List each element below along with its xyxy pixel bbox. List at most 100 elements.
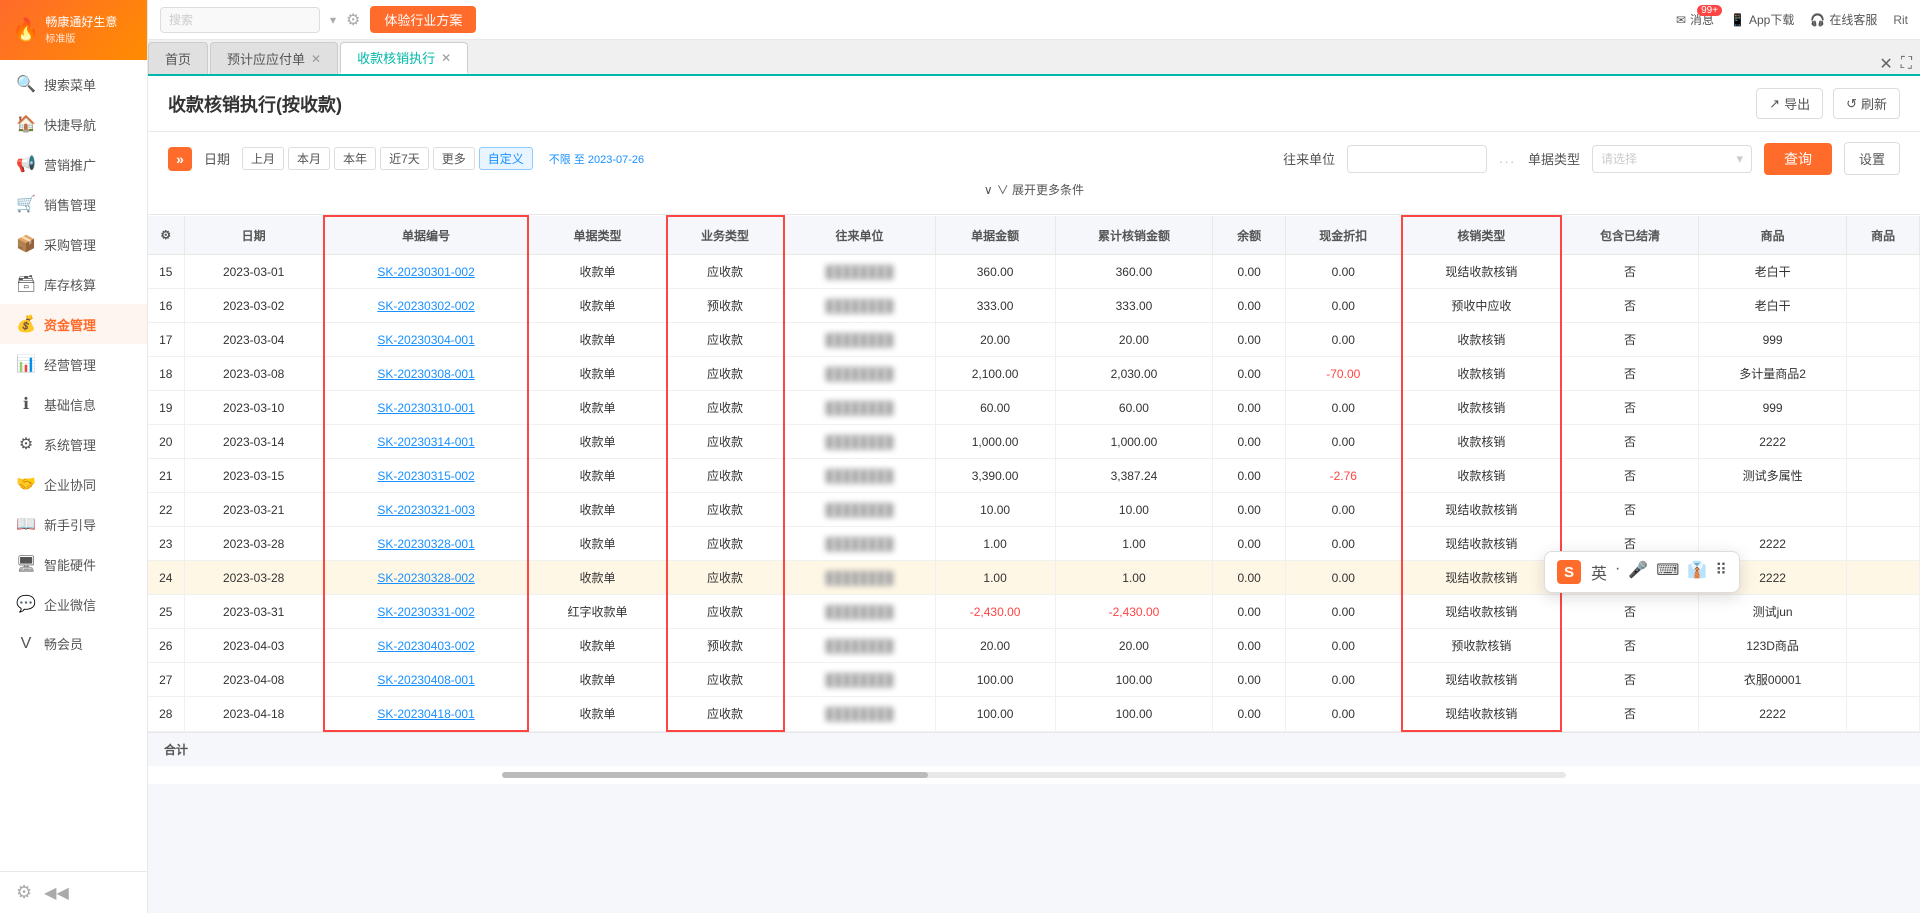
cell-balance: 0.00 — [1213, 357, 1286, 391]
cell-biz-type: 应收款 — [667, 391, 784, 425]
sidebar-item-operations[interactable]: 📊 经营管理 — [0, 344, 147, 384]
ime-english-icon[interactable]: 英 — [1591, 560, 1607, 584]
unit-filter-input[interactable] — [1347, 145, 1487, 173]
date-btn-this-month[interactable]: 本月 — [288, 147, 330, 170]
sidebar-item-basic[interactable]: ℹ 基础信息 — [0, 384, 147, 424]
refresh-button[interactable]: ↺ 刷新 — [1833, 88, 1900, 119]
sk-link[interactable]: SK-20230308-001 — [377, 367, 474, 381]
date-btn-7days[interactable]: 近7天 — [380, 147, 429, 170]
sidebar-label-system: 系统管理 — [44, 435, 96, 454]
tab-receivable-close[interactable]: ✕ — [311, 52, 321, 66]
sidebar-item-inventory[interactable]: 🗃 库存核算 — [0, 264, 147, 304]
cell-bill-type: 收款单 — [528, 357, 666, 391]
sk-link[interactable]: SK-20230403-002 — [377, 639, 474, 653]
sidebar-item-guide[interactable]: 📖 新手引导 — [0, 504, 147, 544]
cell-goods1: 衣服00001 — [1698, 663, 1846, 697]
cell-hx-type: 现结收款核销 — [1402, 255, 1562, 289]
cell-bill-type: 收款单 — [528, 663, 666, 697]
tab-close-icon[interactable]: ✕ — [1879, 54, 1892, 74]
sk-link[interactable]: SK-20230408-001 — [377, 673, 474, 687]
sidebar-item-hardware[interactable]: 🖥 智能硬件 — [0, 544, 147, 584]
header-gear-icon[interactable]: ⚙ — [346, 10, 360, 30]
sk-link[interactable]: SK-20230321-003 — [377, 503, 474, 517]
date-btn-this-year[interactable]: 本年 — [334, 147, 376, 170]
sidebar-item-system[interactable]: ⚙ 系统管理 — [0, 424, 147, 464]
sk-link[interactable]: SK-20230331-002 — [377, 605, 474, 619]
date-btn-last-month[interactable]: 上月 — [242, 147, 284, 170]
date-btn-more[interactable]: 更多 — [433, 147, 475, 170]
sidebar-label-shortcut: 快捷导航 — [44, 115, 96, 134]
export-button[interactable]: ↗ 导出 — [1756, 88, 1823, 119]
cell-cum-amount: 333.00 — [1055, 289, 1213, 323]
unit-blurred: ████████ — [826, 435, 894, 449]
header-dropdown-icon[interactable]: ▾ — [330, 13, 336, 27]
sidebar-item-search[interactable]: 🔍 搜索菜单 — [0, 64, 147, 104]
cell-goods2 — [1847, 629, 1920, 663]
tab-collection-close[interactable]: ✕ — [441, 51, 451, 65]
ime-shirt-icon[interactable]: 👔 — [1687, 560, 1707, 584]
app-download-button[interactable]: 📱 App下载 — [1730, 11, 1794, 28]
solution-button[interactable]: 体验行业方案 — [370, 6, 476, 33]
query-button[interactable]: 查询 — [1764, 143, 1832, 175]
tab-receivable[interactable]: 预计应应付单 ✕ — [210, 42, 338, 74]
unit-blurred: ████████ — [826, 367, 894, 381]
sidebar-item-sales[interactable]: 🛒 销售管理 — [0, 184, 147, 224]
type-filter-select[interactable]: 请选择 ▾ — [1592, 145, 1752, 173]
th-bill-type: 单据类型 — [528, 216, 666, 255]
cell-sk-no: SK-20230310-001 — [324, 391, 529, 425]
cell-cum-amount: 1,000.00 — [1055, 425, 1213, 459]
cell-cum-amount: 60.00 — [1055, 391, 1213, 425]
date-range-text: 不限 至 2023-07-26 — [549, 151, 644, 167]
message-icon: ✉ — [1676, 13, 1686, 27]
sidebar-item-shortcut[interactable]: 🏠 快捷导航 — [0, 104, 147, 144]
scrollbar-area[interactable] — [148, 766, 1920, 784]
sk-link[interactable]: SK-20230301-002 — [377, 265, 474, 279]
filter-toggle-button[interactable]: » — [168, 147, 192, 171]
cell-no: 19 — [148, 391, 184, 425]
tab-maximize-icon[interactable]: ⛶ — [1901, 55, 1912, 73]
sk-link[interactable]: SK-20230418-001 — [377, 707, 474, 721]
sidebar-item-marketing[interactable]: 📢 营销推广 — [0, 144, 147, 184]
online-service-button[interactable]: 🎧 在线客服 — [1810, 11, 1877, 28]
sk-link[interactable]: SK-20230328-002 — [377, 571, 474, 585]
sidebar-bottom: ⚙ ◀◀ — [0, 871, 147, 913]
sk-link[interactable]: SK-20230328-001 — [377, 537, 474, 551]
sidebar-label-enterprise: 企业协同 — [44, 475, 96, 494]
cell-goods1: 999 — [1698, 391, 1846, 425]
expand-more-button[interactable]: ∨ ∨ 展开更多条件 — [168, 181, 1900, 198]
sidebar-item-funds[interactable]: 💰 资金管理 — [0, 304, 147, 344]
ime-grid-icon[interactable]: ⠿ — [1715, 560, 1727, 584]
sidebar-item-wechat[interactable]: 💬 企业微信 — [0, 584, 147, 624]
sidebar-item-purchase[interactable]: 📦 采购管理 — [0, 224, 147, 264]
logo-sub: 标准版 — [45, 30, 117, 45]
sidebar-item-enterprise[interactable]: 🤝 企业协同 — [0, 464, 147, 504]
cell-cum-amount: 3,387.24 — [1055, 459, 1213, 493]
cell-amount: 10.00 — [935, 493, 1055, 527]
unit-blurred: ████████ — [826, 401, 894, 415]
cell-include-settled: 否 — [1561, 289, 1698, 323]
collapse-icon[interactable]: ◀◀ — [44, 883, 69, 903]
sk-link[interactable]: SK-20230304-001 — [377, 333, 474, 347]
settings-button[interactable]: 设置 — [1844, 142, 1900, 175]
sk-link[interactable]: SK-20230302-002 — [377, 299, 474, 313]
date-btn-custom[interactable]: 自定义 — [479, 147, 533, 170]
tab-home[interactable]: 首页 — [148, 42, 208, 74]
cell-cash-discount: -70.00 — [1285, 357, 1401, 391]
page-title: 收款核销执行(按收款) — [168, 91, 342, 117]
th-gear[interactable]: ⚙ — [148, 216, 184, 255]
cell-bill-type: 收款单 — [528, 561, 666, 595]
settings-icon[interactable]: ⚙ — [16, 882, 32, 903]
sk-link[interactable]: SK-20230314-001 — [377, 435, 474, 449]
ime-keyboard-icon[interactable]: ⌨ — [1656, 560, 1679, 584]
sk-link[interactable]: SK-20230315-002 — [377, 469, 474, 483]
sk-link[interactable]: SK-20230310-001 — [377, 401, 474, 415]
tab-collection[interactable]: 收款核销执行 ✕ — [340, 42, 468, 74]
ime-mic-icon[interactable]: 🎤 — [1628, 560, 1648, 584]
user-info[interactable]: Rit — [1893, 13, 1908, 27]
th-balance: 余额 — [1213, 216, 1286, 255]
message-button[interactable]: ✉ 消息 99+ — [1676, 11, 1714, 28]
cell-cash-discount: 0.00 — [1285, 629, 1401, 663]
hardware-icon: 🖥 — [16, 554, 36, 574]
sidebar-item-member[interactable]: V 畅会员 — [0, 624, 147, 663]
sidebar-label-guide: 新手引导 — [44, 515, 96, 534]
